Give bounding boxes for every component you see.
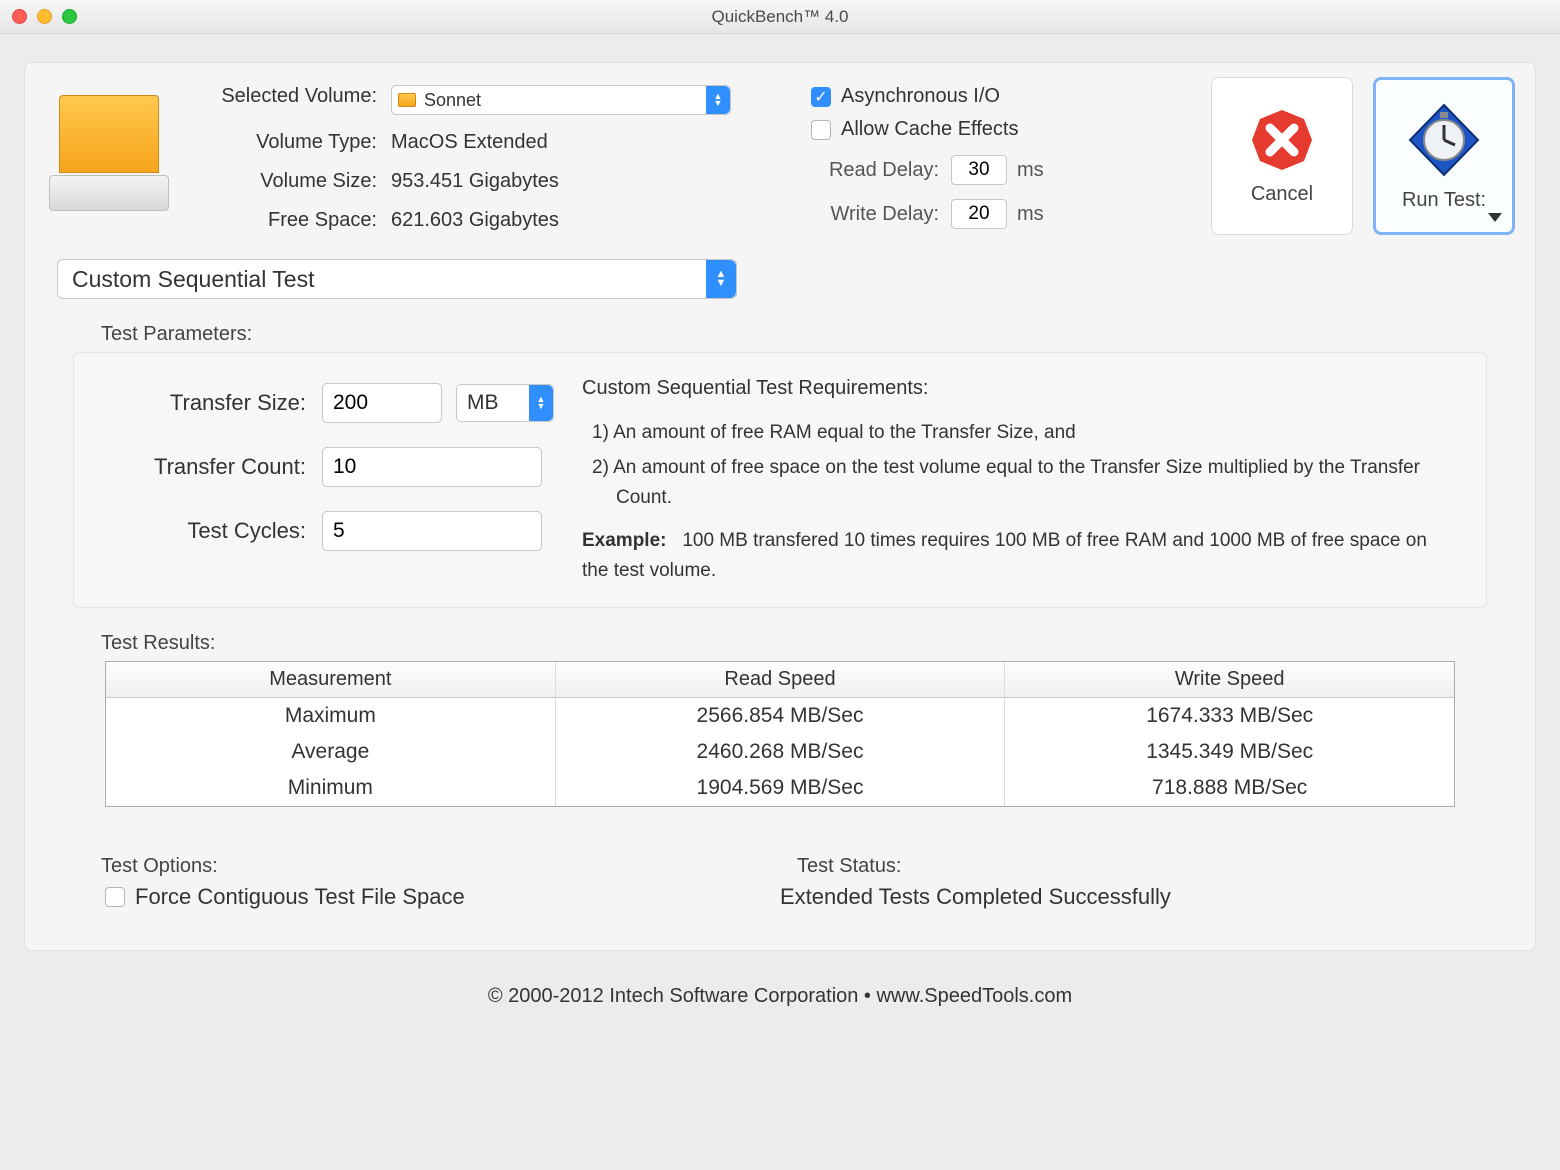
- cancel-button[interactable]: Cancel: [1211, 77, 1353, 235]
- app-window: QuickBench™ 4.0 Selected Volume: Sonnet …: [0, 0, 1560, 1170]
- volume-size-value: 953.451 Gigabytes: [391, 170, 741, 193]
- async-io-checkbox[interactable]: ✓ Asynchronous I/O: [811, 85, 1044, 108]
- chevron-updown-icon: ▲▼: [706, 86, 730, 114]
- chevron-updown-icon: ▲▼: [529, 385, 553, 421]
- col-measurement: Measurement: [106, 662, 556, 697]
- transfer-size-unit-dropdown[interactable]: MB ▲▼: [456, 384, 554, 422]
- run-test-button[interactable]: Run Test:: [1373, 77, 1515, 235]
- results-table: Measurement Read Speed Write Speed Maxim…: [105, 661, 1455, 807]
- checkbox-icon: [811, 120, 831, 140]
- window-title: QuickBench™ 4.0: [0, 7, 1560, 27]
- transfer-size-label: Transfer Size:: [102, 390, 322, 416]
- volume-type-label: Volume Type:: [191, 131, 391, 154]
- read-delay-unit: ms: [1017, 159, 1044, 182]
- test-status-label: Test Status:: [797, 855, 902, 878]
- selected-volume-dropdown[interactable]: Sonnet ▲▼: [391, 85, 731, 115]
- transfer-size-input[interactable]: [322, 383, 442, 423]
- chevron-updown-icon: ▲▼: [706, 260, 736, 298]
- drive-icon: [49, 91, 169, 211]
- example-text: 100 MB transfered 10 times requires 100 …: [582, 530, 1427, 580]
- example-label: Example:: [582, 530, 666, 551]
- force-contiguous-checkbox[interactable]: Force Contiguous Test File Space: [105, 884, 780, 910]
- async-io-label: Asynchronous I/O: [841, 85, 1000, 108]
- test-cycles-input[interactable]: [322, 511, 542, 551]
- test-parameters-label: Test Parameters:: [101, 323, 1515, 346]
- selected-volume-label: Selected Volume:: [191, 85, 391, 115]
- titlebar: QuickBench™ 4.0: [0, 0, 1560, 34]
- write-delay-unit: ms: [1017, 203, 1044, 226]
- read-delay-label: Read Delay:: [811, 159, 951, 182]
- allow-cache-label: Allow Cache Effects: [841, 118, 1019, 141]
- free-space-label: Free Space:: [191, 209, 391, 232]
- dropdown-triangle-icon: [1488, 213, 1502, 222]
- free-space-value: 621.603 Gigabytes: [391, 209, 741, 232]
- main-panel: Selected Volume: Sonnet ▲▼ Volume Type: …: [24, 62, 1536, 951]
- cancel-button-label: Cancel: [1251, 183, 1313, 206]
- footer-text: © 2000-2012 Intech Software Corporation …: [24, 985, 1536, 1028]
- requirement-1: 1) An amount of free RAM equal to the Tr…: [592, 418, 1458, 447]
- volume-size-label: Volume Size:: [191, 170, 391, 193]
- transfer-count-input[interactable]: [322, 447, 542, 487]
- cancel-icon: [1249, 107, 1315, 173]
- transfer-count-label: Transfer Count:: [102, 454, 322, 480]
- test-type-dropdown[interactable]: Custom Sequential Test ▲▼: [57, 259, 737, 299]
- table-row: Maximum 2566.854 MB/Sec 1674.333 MB/Sec: [106, 698, 1454, 734]
- col-write-speed: Write Speed: [1005, 662, 1454, 697]
- requirement-2: 2) An amount of free space on the test v…: [592, 453, 1458, 512]
- stopwatch-icon: [1405, 101, 1483, 179]
- requirements-heading: Custom Sequential Test Requirements:: [582, 373, 1458, 404]
- transfer-size-unit-value: MB: [467, 391, 499, 415]
- run-test-button-label: Run Test:: [1402, 189, 1486, 212]
- test-results-label: Test Results:: [101, 632, 1515, 655]
- selected-volume-value: Sonnet: [424, 90, 481, 111]
- test-type-value: Custom Sequential Test: [72, 266, 315, 293]
- volume-icon: [398, 93, 416, 107]
- test-options-label: Test Options:: [101, 855, 741, 878]
- checkmark-icon: ✓: [811, 87, 831, 107]
- volume-type-value: MacOS Extended: [391, 131, 741, 154]
- table-row: Average 2460.268 MB/Sec 1345.349 MB/Sec: [106, 734, 1454, 770]
- force-contiguous-label: Force Contiguous Test File Space: [135, 884, 465, 910]
- checkbox-icon: [105, 887, 125, 907]
- test-cycles-label: Test Cycles:: [102, 518, 322, 544]
- allow-cache-checkbox[interactable]: Allow Cache Effects: [811, 118, 1044, 141]
- col-read-speed: Read Speed: [556, 662, 1006, 697]
- write-delay-label: Write Delay:: [811, 203, 951, 226]
- table-row: Minimum 1904.569 MB/Sec 718.888 MB/Sec: [106, 770, 1454, 806]
- write-delay-input[interactable]: [951, 199, 1007, 229]
- test-parameters-panel: Transfer Size: MB ▲▼ Transfer Count: Tes…: [73, 352, 1487, 608]
- read-delay-input[interactable]: [951, 155, 1007, 185]
- test-status-value: Extended Tests Completed Successfully: [780, 884, 1455, 910]
